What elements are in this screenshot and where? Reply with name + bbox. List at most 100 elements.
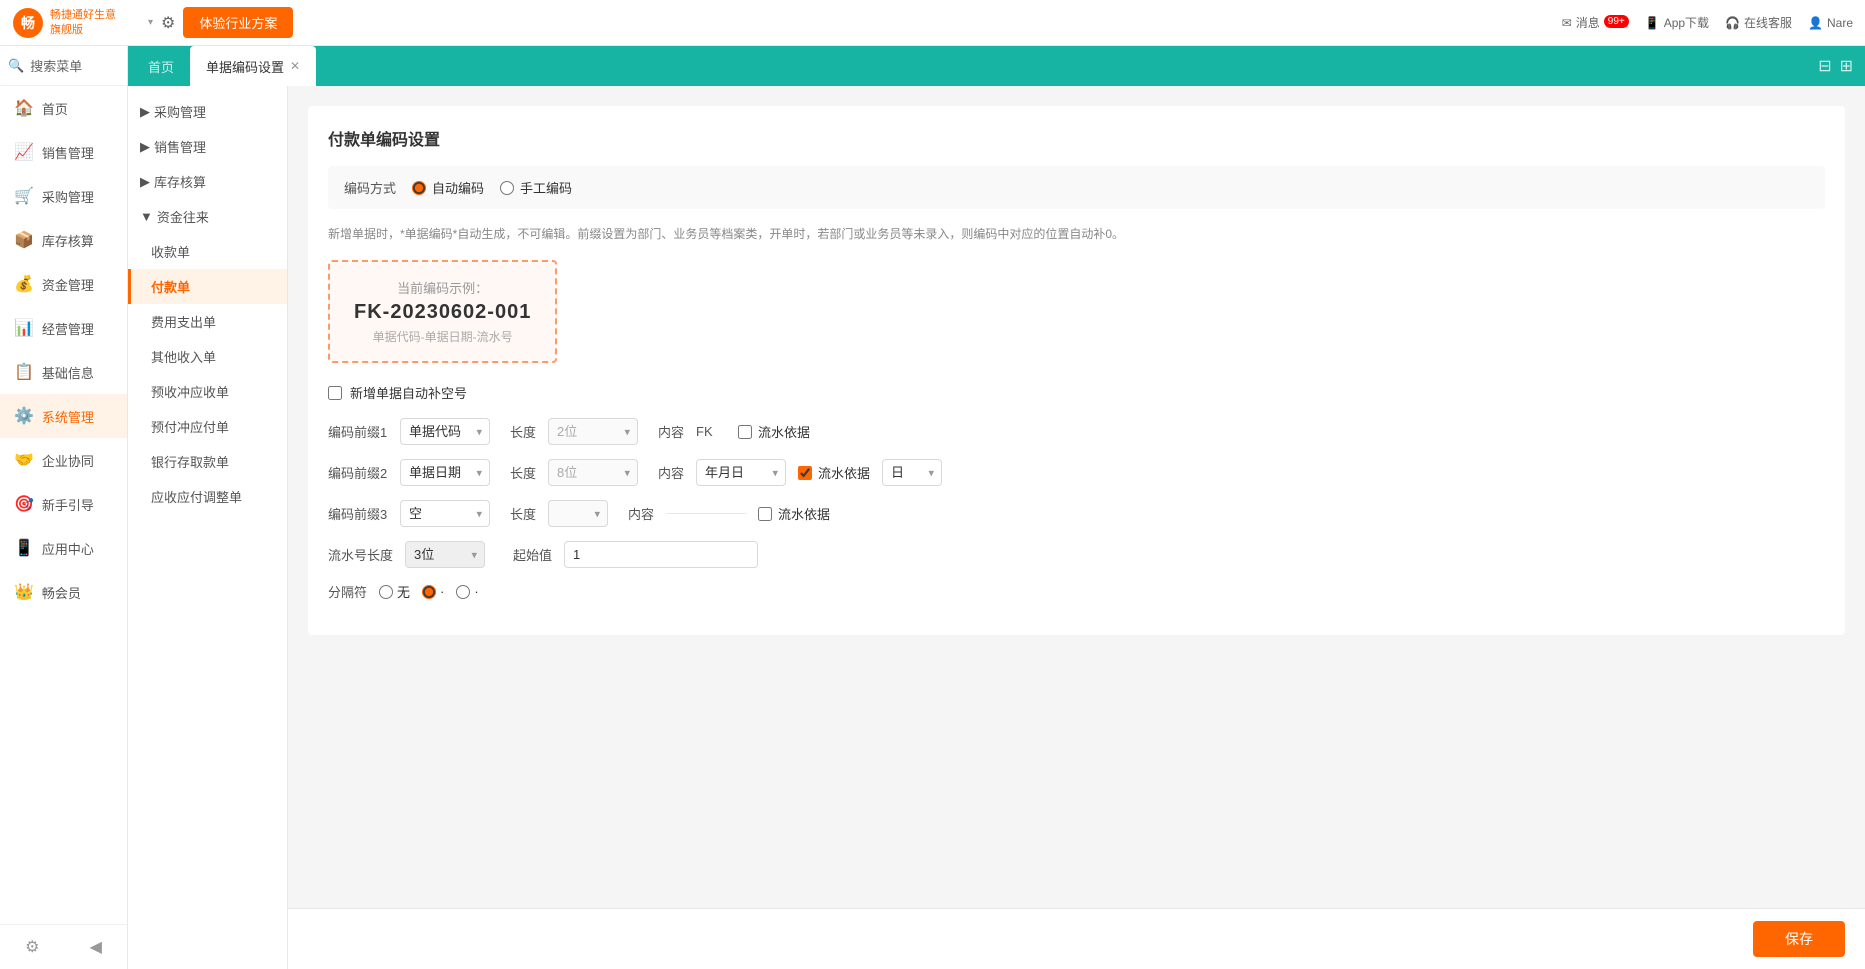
preview-box: 当前编码示例： FK-20230602-001 单据代码-单据日期-流水号 [328,260,557,363]
app-icon: 📱 [1645,16,1660,30]
user-avatar: 👤 [1808,16,1823,30]
preview-label: 当前编码示例： [354,278,531,297]
sidebar-item-home[interactable]: 🏠 首页 [0,86,127,130]
prefix1-stream-input[interactable] [738,425,752,439]
prefix2-stream-select[interactable]: 日 [882,459,942,486]
sidebar-item-inventory[interactable]: 📦 库存核算 [0,218,127,262]
encoding-radio-group: 自动编码 手工编码 [412,178,572,197]
flow-length-select[interactable]: 3位 [405,541,485,568]
prefix2-stream-input[interactable] [798,466,812,480]
sidebar-item-member[interactable]: 👑 畅会员 [0,570,127,614]
trial-button[interactable]: 体验行业方案 [183,7,293,38]
prefix1-stream-checkbox[interactable]: 流水依据 [738,422,810,441]
prefix2-length-select[interactable]: 8位 [548,459,638,486]
auto-fill-checkbox[interactable] [328,386,342,400]
dropdown-arrow-icon[interactable]: ▾ [148,17,153,28]
prefix1-content-label: 内容 [658,422,684,441]
guide-icon: 🎯 [14,494,34,514]
sec-group-inventory[interactable]: ▶ 库存核算 [128,164,287,199]
sidebar-item-enterprise[interactable]: 🤝 企业协同 [0,438,127,482]
sec-sub-receipt[interactable]: 收款单 [128,234,287,269]
sep-none-radio[interactable] [379,585,393,599]
prefix1-select[interactable]: 单据代码 [400,418,490,445]
sep-dot-option[interactable]: · [422,584,444,599]
settings-bottom-btn[interactable]: ⚙ [17,933,47,961]
prefix3-length-select[interactable] [548,500,608,527]
encoding-method-row: 编码方式 自动编码 手工编码 [328,166,1825,209]
sidebar-item-system[interactable]: ⚙️ 系统管理 [0,394,127,438]
auto-encode-option[interactable]: 自动编码 [412,178,484,197]
sec-sub-expense[interactable]: 费用支出单 [128,304,287,339]
sec-sub-prepayment[interactable]: 预付冲应付单 [128,409,287,444]
manual-encode-radio[interactable] [500,181,514,195]
system-icon: ⚙️ [14,406,34,426]
tab-bar: 首页 单据编码设置 ✕ ⊟ ⊞ [128,46,1865,86]
sec-sub-adjust[interactable]: 应收应付调整单 [128,479,287,514]
prefix3-select-wrapper: 空 [400,500,490,527]
auto-encode-radio[interactable] [412,181,426,195]
prefix2-select[interactable]: 单据日期 [400,459,490,486]
tab-expand-icon[interactable]: ⊞ [1840,56,1853,76]
prefix2-length-label: 长度 [510,463,536,482]
logo-icon: 畅 [12,7,44,39]
sidebar-search[interactable]: 🔍 搜索菜单 [0,46,127,86]
sec-sub-bank[interactable]: 银行存取款单 [128,444,287,479]
prefix2-content-select-wrapper: 年月日 [696,459,786,486]
start-input[interactable] [564,541,758,568]
online-service-button[interactable]: 🎧 在线客服 [1725,14,1792,31]
sidebar-item-guide[interactable]: 🎯 新手引导 [0,482,127,526]
sep-none-option[interactable]: 无 [379,582,410,601]
prefix1-length-select[interactable]: 2位 [548,418,638,445]
flow-length-select-wrapper: 3位 [405,541,485,568]
preview-code: FK-20230602-001 [354,301,531,324]
prefix2-stream-checkbox[interactable]: 流水依据 [798,463,870,482]
sec-group-capital[interactable]: ▼ 资金往来 [128,199,287,234]
inventory-arrow-icon: ▶ [140,174,150,190]
prefix3-select[interactable]: 空 [400,500,490,527]
tab-minimize-icon[interactable]: ⊟ [1818,56,1831,76]
auto-fill-row: 新增单据自动补空号 [328,383,1825,402]
basic-icon: 📋 [14,362,34,382]
prefix3-content-value [666,513,746,514]
message-icon: ✉ [1562,16,1572,30]
sec-sub-prereceipt[interactable]: 预收冲应收单 [128,374,287,409]
user-account[interactable]: 👤 Nare [1808,16,1853,30]
sec-group-purchase[interactable]: ▶ 采购管理 [128,94,287,129]
tab-home[interactable]: 首页 [132,46,190,86]
sec-sub-payment[interactable]: 付款单 [128,269,287,304]
prefix1-select-wrapper: 单据代码 [400,418,490,445]
sec-sub-other-income[interactable]: 其他收入单 [128,339,287,374]
sales-icon: 📈 [14,142,34,162]
prefix3-stream-checkbox[interactable]: 流水依据 [758,504,830,523]
sep-dash-option[interactable]: · [456,584,478,599]
preview-desc: 单据代码-单据日期-流水号 [354,328,531,345]
sidebar-item-management[interactable]: 📊 经营管理 [0,306,127,350]
tab-close-icon[interactable]: ✕ [290,59,300,73]
prefix3-label: 编码前缀3 [328,504,388,523]
message-button[interactable]: ✉ 消息 99+ [1562,14,1629,31]
prefix2-content-select[interactable]: 年月日 [696,459,786,486]
settings-icon[interactable]: ⚙ [161,13,175,33]
manual-encode-option[interactable]: 手工编码 [500,178,572,197]
sidebar-item-purchase[interactable]: 🛒 采购管理 [0,174,127,218]
tab-code-settings[interactable]: 单据编码设置 ✕ [190,46,316,86]
prefix2-stream-select-wrapper: 日 [882,459,942,486]
sidebar-item-appstore[interactable]: 📱 应用中心 [0,526,127,570]
sidebar-item-basic[interactable]: 📋 基础信息 [0,350,127,394]
sidebar-item-finance[interactable]: 💰 资金管理 [0,262,127,306]
save-button[interactable]: 保存 [1753,921,1845,957]
sep-dot-radio[interactable] [422,585,436,599]
app-download-button[interactable]: 📱 App下载 [1645,14,1709,31]
collapse-btn[interactable]: ◀ [82,933,110,961]
sidebar-item-sales[interactable]: 📈 销售管理 [0,130,127,174]
enterprise-icon: 🤝 [14,450,34,470]
sep-dash-radio[interactable] [456,585,470,599]
prefix3-stream-input[interactable] [758,507,772,521]
search-icon: 🔍 [8,58,24,74]
page-footer: 保存 [288,908,1865,969]
prefix1-length-select-wrapper: 2位 [548,418,638,445]
purchase-arrow-icon: ▶ [140,104,150,120]
config-row-1: 编码前缀1 单据代码 长度 2位 [328,418,1825,445]
tab-bar-right: ⊟ ⊞ [1818,56,1861,76]
sec-group-sales[interactable]: ▶ 销售管理 [128,129,287,164]
